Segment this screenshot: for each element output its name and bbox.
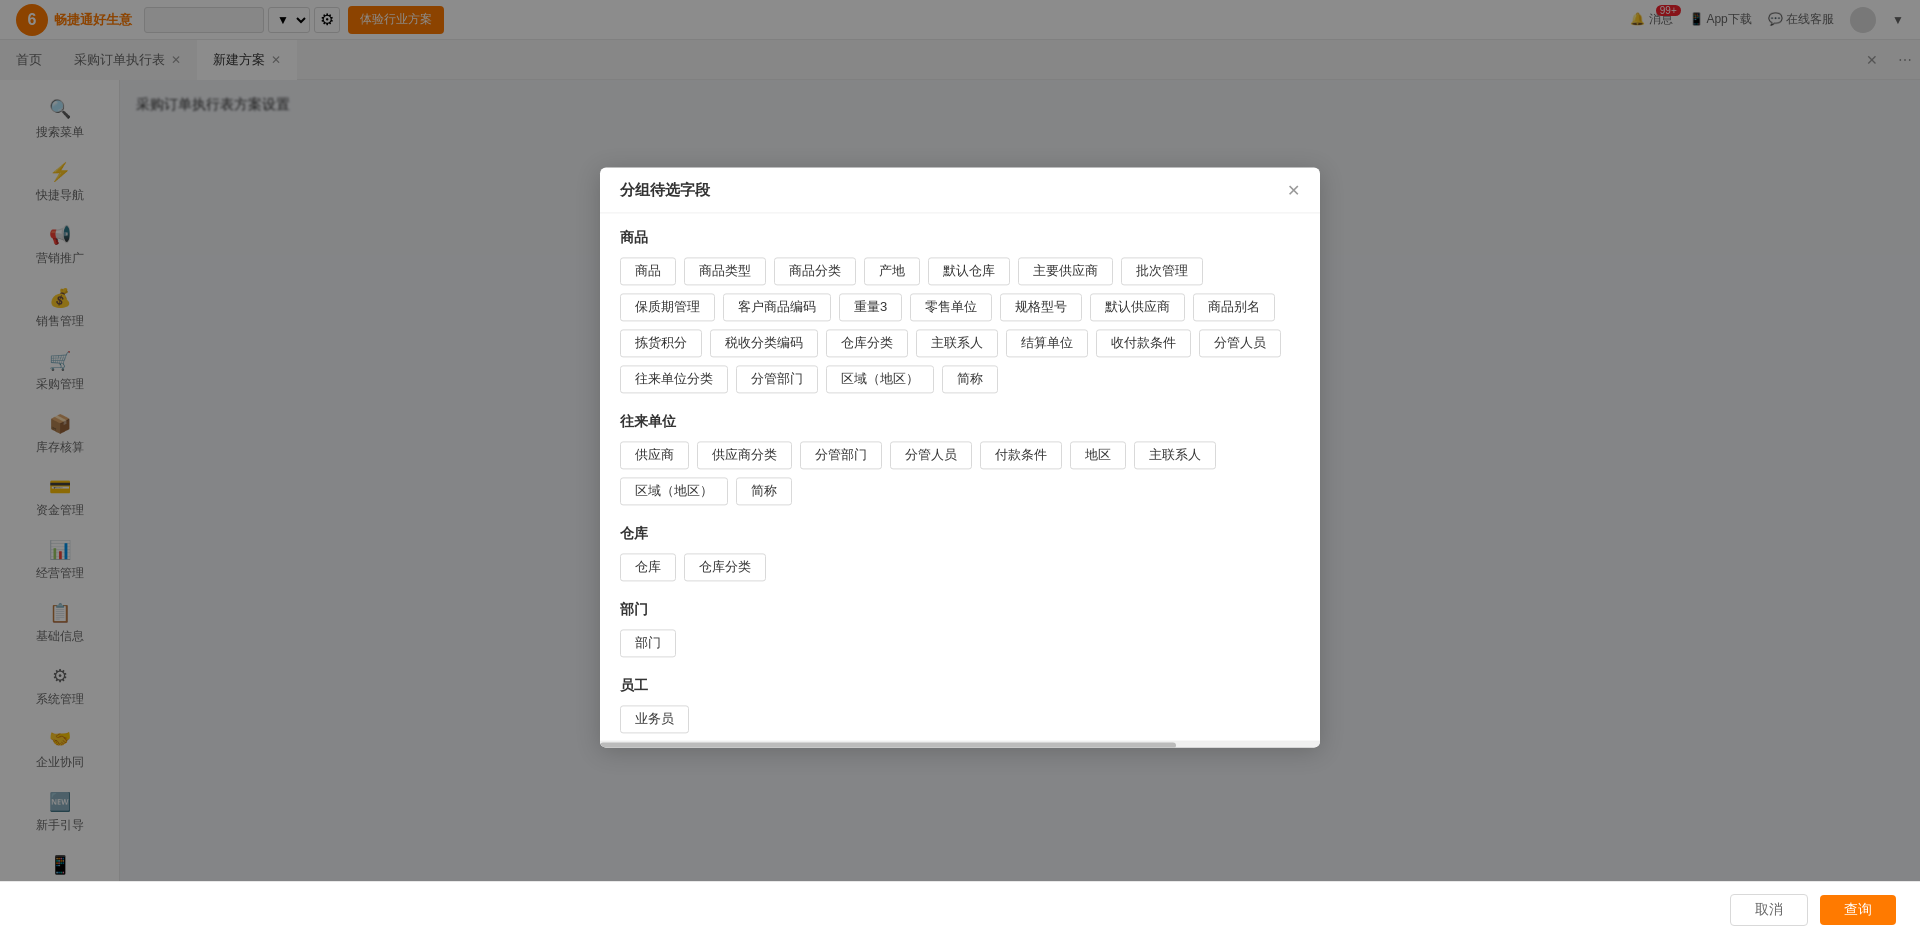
field-tag[interactable]: 重量3 <box>839 293 902 321</box>
field-tag[interactable]: 规格型号 <box>1000 293 1082 321</box>
field-tag[interactable]: 部门 <box>620 629 676 657</box>
field-tag[interactable]: 供应商分类 <box>697 441 792 469</box>
scrollbar-thumb <box>600 742 1176 746</box>
field-tags-department: 部门 <box>620 629 1300 657</box>
field-tag[interactable]: 仓库分类 <box>684 553 766 581</box>
modal-horizontal-scrollbar[interactable] <box>600 740 1320 746</box>
field-tag[interactable]: 主联系人 <box>1134 441 1216 469</box>
field-tag[interactable]: 结算单位 <box>1006 329 1088 357</box>
modal-title: 分组待选字段 <box>620 181 710 200</box>
field-tag[interactable]: 简称 <box>736 477 792 505</box>
field-tag[interactable]: 产地 <box>864 257 920 285</box>
field-tag[interactable]: 默认供应商 <box>1090 293 1185 321</box>
field-tag[interactable]: 主联系人 <box>916 329 998 357</box>
field-group-goods: 商品商品商品类型商品分类产地默认仓库主要供应商批次管理保质期管理客户商品编码重量… <box>620 229 1300 393</box>
field-tag[interactable]: 商品别名 <box>1193 293 1275 321</box>
field-tags-partners: 供应商供应商分类分管部门分管人员付款条件地区主联系人区域（地区） 简称 <box>620 441 1300 505</box>
field-tag[interactable]: 客户商品编码 <box>723 293 831 321</box>
field-tag[interactable]: 简称 <box>942 365 998 393</box>
field-tag[interactable]: 商品 <box>620 257 676 285</box>
field-tag[interactable]: 仓库分类 <box>826 329 908 357</box>
field-tag[interactable]: 区域（地区） <box>620 477 728 505</box>
field-tag[interactable]: 拣货积分 <box>620 329 702 357</box>
field-tag[interactable]: 主要供应商 <box>1018 257 1113 285</box>
field-group-title-employee: 员工 <box>620 677 1300 695</box>
field-tag[interactable]: 地区 <box>1070 441 1126 469</box>
field-tag[interactable]: 批次管理 <box>1121 257 1203 285</box>
field-tags-warehouse: 仓库仓库分类 <box>620 553 1300 581</box>
field-group-title-goods: 商品 <box>620 229 1300 247</box>
field-tags-goods: 商品商品类型商品分类产地默认仓库主要供应商批次管理保质期管理客户商品编码重量3 零… <box>620 257 1300 393</box>
field-tag[interactable]: 业务员 <box>620 705 689 733</box>
field-group-warehouse: 仓库仓库仓库分类 <box>620 525 1300 581</box>
field-tag[interactable]: 零售单位 <box>910 293 992 321</box>
field-tag[interactable]: 税收分类编码 <box>710 329 818 357</box>
field-tag[interactable]: 往来单位分类 <box>620 365 728 393</box>
modal-body: 商品商品商品类型商品分类产地默认仓库主要供应商批次管理保质期管理客户商品编码重量… <box>600 213 1320 741</box>
field-group-partners: 往来单位供应商供应商分类分管部门分管人员付款条件地区主联系人区域（地区） 简称 <box>620 413 1300 505</box>
field-tag[interactable]: 收付款条件 <box>1096 329 1191 357</box>
field-group-title-partners: 往来单位 <box>620 413 1300 431</box>
field-tag[interactable]: 保质期管理 <box>620 293 715 321</box>
field-tags-employee: 业务员 <box>620 705 1300 733</box>
field-group-title-warehouse: 仓库 <box>620 525 1300 543</box>
modal-close-button[interactable]: ✕ <box>1287 181 1300 200</box>
field-tag[interactable]: 分管人员 <box>890 441 972 469</box>
bottom-action-bar: 取消 查询 <box>0 881 1920 937</box>
field-group-employee: 员工业务员 <box>620 677 1300 733</box>
confirm-button[interactable]: 查询 <box>1820 895 1896 925</box>
field-tag[interactable]: 仓库 <box>620 553 676 581</box>
modal-header: 分组待选字段 ✕ <box>600 167 1320 213</box>
field-tag[interactable]: 分管部门 <box>800 441 882 469</box>
field-tag[interactable]: 分管部门 <box>736 365 818 393</box>
field-group-title-department: 部门 <box>620 601 1300 619</box>
field-tag[interactable]: 分管人员 <box>1199 329 1281 357</box>
cancel-button[interactable]: 取消 <box>1730 894 1808 926</box>
field-tag[interactable]: 付款条件 <box>980 441 1062 469</box>
field-tag[interactable]: 商品分类 <box>774 257 856 285</box>
field-tag[interactable]: 默认仓库 <box>928 257 1010 285</box>
field-tag[interactable]: 区域（地区） <box>826 365 934 393</box>
field-tag[interactable]: 供应商 <box>620 441 689 469</box>
field-select-modal: 分组待选字段 ✕ 商品商品商品类型商品分类产地默认仓库主要供应商批次管理保质期管… <box>600 167 1320 747</box>
field-tag[interactable]: 商品类型 <box>684 257 766 285</box>
field-group-department: 部门部门 <box>620 601 1300 657</box>
